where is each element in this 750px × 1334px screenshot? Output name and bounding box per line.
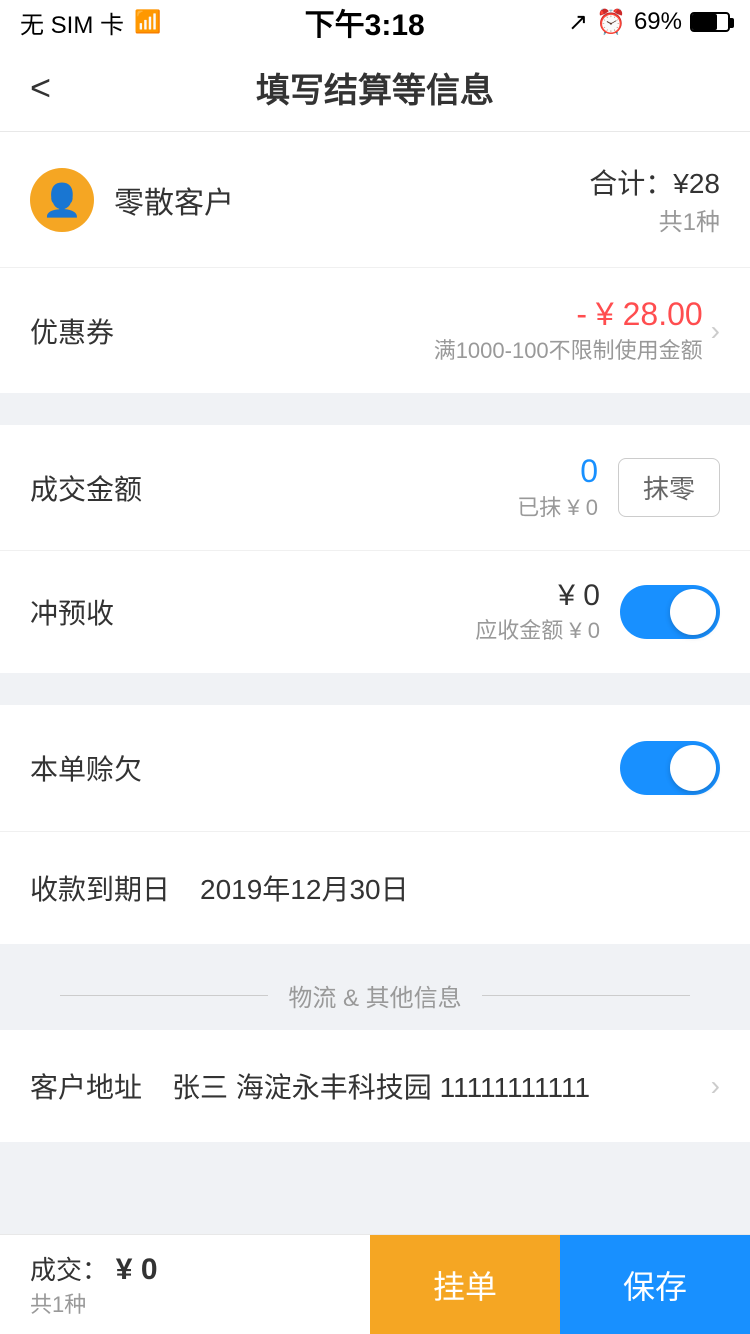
address-label: 客户地址	[30, 1066, 142, 1106]
section-divider-2	[0, 689, 750, 705]
transaction-amount-row: 成交金额 0 已抹 ¥ 0 抹零	[0, 425, 750, 551]
customer-total: 合计：¥28	[589, 162, 720, 202]
coupon-label: 优惠券	[30, 311, 114, 351]
carrier-label: 无 SIM 卡	[20, 5, 124, 40]
page-title: 填写结算等信息	[256, 63, 494, 112]
address-row[interactable]: 客户地址 张三 海淀永丰科技园 11111111111 ›	[0, 1030, 750, 1142]
round-zero-button[interactable]: 抹零	[618, 458, 720, 517]
customer-name: 零散客户	[114, 178, 234, 222]
bottom-deal-label: 成交：	[30, 1255, 108, 1285]
debit-row: 本单赊欠	[0, 705, 750, 831]
debit-label: 本单赊欠	[30, 748, 142, 788]
prepayment-right: ¥ 0 应收金额 ¥ 0	[475, 579, 720, 645]
status-bar: 无 SIM 卡 📶 下午3:18 ↗ ⏰ 69%	[0, 0, 750, 44]
debit-toggle[interactable]	[620, 741, 720, 795]
toggle-knob	[670, 589, 716, 635]
transaction-section: 成交金额 0 已抹 ¥ 0 抹零 冲预收 ¥ 0 应收金额 ¥ 0	[0, 425, 750, 673]
prepayment-amount: ¥ 0	[558, 579, 600, 612]
section-divider-1	[0, 409, 750, 425]
prepayment-toggle[interactable]	[620, 585, 720, 639]
status-left: 无 SIM 卡 📶	[20, 5, 161, 40]
coupon-right: - ¥ 28.00 满1000-100不限制使用金额 ›	[434, 296, 720, 365]
customer-count: 共1种	[589, 202, 720, 237]
address-section: 客户地址 张三 海淀永丰科技园 11111111111 ›	[0, 1030, 750, 1142]
battery-icon	[690, 12, 730, 32]
customer-section: 👤 零散客户 合计：¥28 共1种 优惠券 - ¥ 28.00 满1000-10…	[0, 132, 750, 393]
address-chevron-icon: ›	[711, 1070, 720, 1102]
bottom-bar: 成交： ¥ 0 共1种 挂单 保存	[0, 1234, 750, 1334]
prepayment-sub: 应收金额 ¥ 0	[475, 613, 600, 645]
customer-left: 👤 零散客户	[30, 168, 234, 232]
status-right: ↗ ⏰ 69%	[568, 8, 730, 37]
prepayment-label: 冲预收	[30, 592, 114, 632]
bottom-info: 成交： ¥ 0 共1种	[0, 1250, 370, 1319]
debit-section: 本单赊欠 收款到期日 2019年12月30日	[0, 705, 750, 944]
battery-percent: 69%	[634, 8, 682, 36]
bottom-deal-amount: ¥ 0	[116, 1253, 158, 1286]
hold-button[interactable]: 挂单	[370, 1235, 560, 1334]
prepayment-row: 冲预收 ¥ 0 应收金额 ¥ 0	[0, 551, 750, 673]
transaction-amount-sub: 已抹 ¥ 0	[517, 490, 598, 522]
customer-summary: 合计：¥28 共1种	[589, 162, 720, 237]
save-button[interactable]: 保存	[560, 1235, 750, 1334]
due-date-label: 收款到期日	[30, 868, 170, 908]
divider-line-right	[482, 995, 690, 996]
divider-line-left	[60, 995, 268, 996]
coupon-description: 满1000-100不限制使用金额	[434, 333, 703, 365]
address-value: 张三 海淀永丰科技园 11111111111	[172, 1066, 711, 1106]
debit-toggle-knob	[670, 745, 716, 791]
transaction-amount-value[interactable]: 0	[580, 453, 598, 489]
wifi-icon: 📶	[134, 9, 161, 35]
main-content: 👤 零散客户 合计：¥28 共1种 优惠券 - ¥ 28.00 满1000-10…	[0, 132, 750, 1258]
coupon-amount: - ¥ 28.00	[576, 296, 702, 332]
due-date-value[interactable]: 2019年12月30日	[200, 868, 409, 908]
bottom-count: 共1种	[30, 1287, 340, 1319]
logistics-divider: 物流 & 其他信息	[0, 960, 750, 1030]
customer-avatar: 👤	[30, 168, 94, 232]
bottom-deal-row: 成交： ¥ 0	[30, 1250, 340, 1287]
back-button[interactable]: <	[30, 67, 51, 109]
logistics-label: 物流 & 其他信息	[288, 978, 461, 1013]
alarm-icon: ⏰	[596, 8, 626, 37]
coupon-row[interactable]: 优惠券 - ¥ 28.00 满1000-100不限制使用金额 ›	[0, 267, 750, 393]
customer-row: 👤 零散客户 合计：¥28 共1种	[0, 132, 750, 267]
nav-bar: < 填写结算等信息	[0, 44, 750, 132]
coupon-chevron-icon: ›	[711, 315, 720, 347]
location-icon: ↗	[568, 8, 588, 37]
avatar-icon: 👤	[42, 181, 82, 219]
due-date-row: 收款到期日 2019年12月30日	[0, 831, 750, 944]
transaction-amount-right: 0 已抹 ¥ 0 抹零	[517, 453, 720, 522]
transaction-amount-label: 成交金额	[30, 468, 142, 508]
time-label: 下午3:18	[305, 0, 425, 44]
